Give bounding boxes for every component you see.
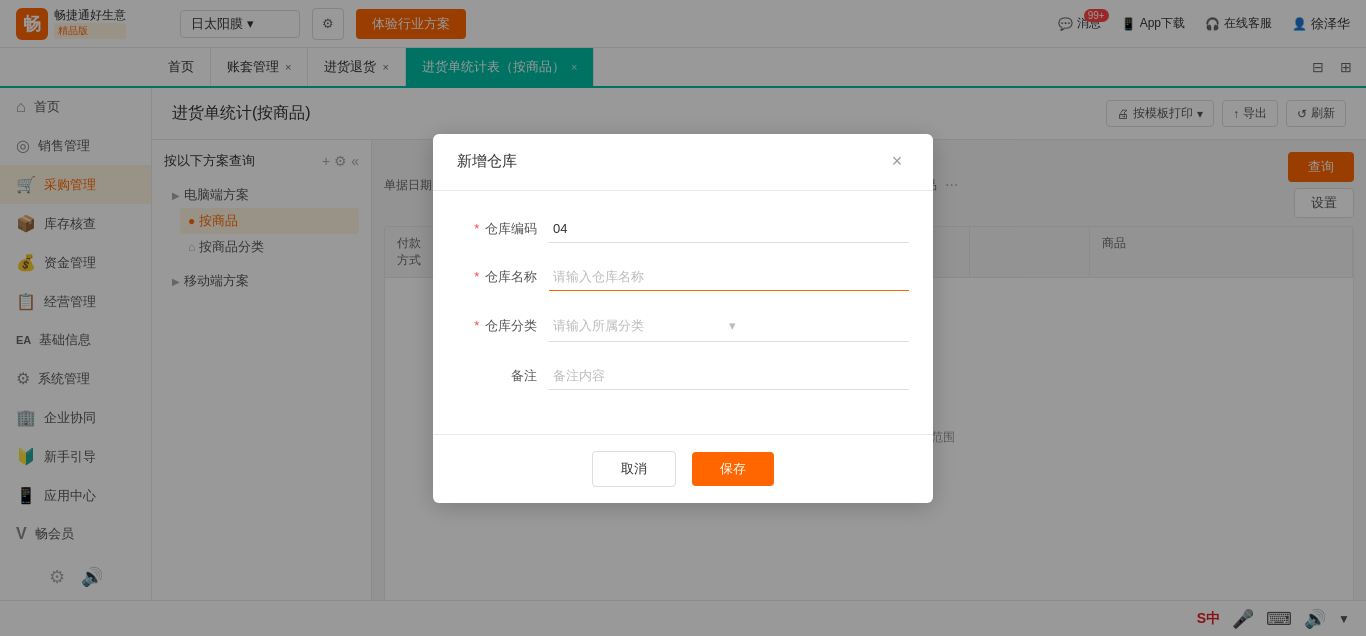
name-label: * 仓库名称	[457, 268, 537, 286]
name-input[interactable]	[549, 263, 909, 291]
form-row-name: * 仓库名称	[457, 263, 909, 291]
modal-footer: 取消 保存	[433, 434, 933, 503]
name-required-star: *	[474, 269, 479, 284]
category-required-star: *	[474, 318, 479, 333]
category-label: * 仓库分类	[457, 317, 537, 335]
category-placeholder: 请输入所属分类	[553, 317, 729, 335]
modal-body: * 仓库编码 * 仓库名称 * 仓库分类 请输入所属	[433, 191, 933, 434]
code-label: * 仓库编码	[457, 220, 537, 238]
form-row-remark: 备注	[457, 362, 909, 390]
remark-label-text: 备注	[511, 368, 537, 383]
category-label-text: 仓库分类	[485, 318, 537, 333]
code-label-text: 仓库编码	[485, 221, 537, 236]
form-row-code: * 仓库编码	[457, 215, 909, 243]
modal-header: 新增仓库 ×	[433, 134, 933, 191]
modal-close-button[interactable]: ×	[885, 150, 909, 174]
category-select[interactable]: 请输入所属分类 ▾	[549, 311, 909, 342]
cancel-button[interactable]: 取消	[592, 451, 676, 487]
modal-title: 新增仓库	[457, 152, 517, 171]
code-input[interactable]	[549, 215, 909, 243]
code-required-star: *	[474, 221, 479, 236]
form-row-category: * 仓库分类 请输入所属分类 ▾	[457, 311, 909, 342]
modal-dialog: 新增仓库 × * 仓库编码 * 仓库名称	[433, 134, 933, 503]
save-button[interactable]: 保存	[692, 452, 774, 486]
name-label-text: 仓库名称	[485, 269, 537, 284]
remark-label: 备注	[457, 367, 537, 385]
remark-input[interactable]	[549, 362, 909, 390]
modal-overlay[interactable]: 新增仓库 × * 仓库编码 * 仓库名称	[0, 0, 1366, 636]
category-arrow-icon: ▾	[729, 318, 905, 333]
